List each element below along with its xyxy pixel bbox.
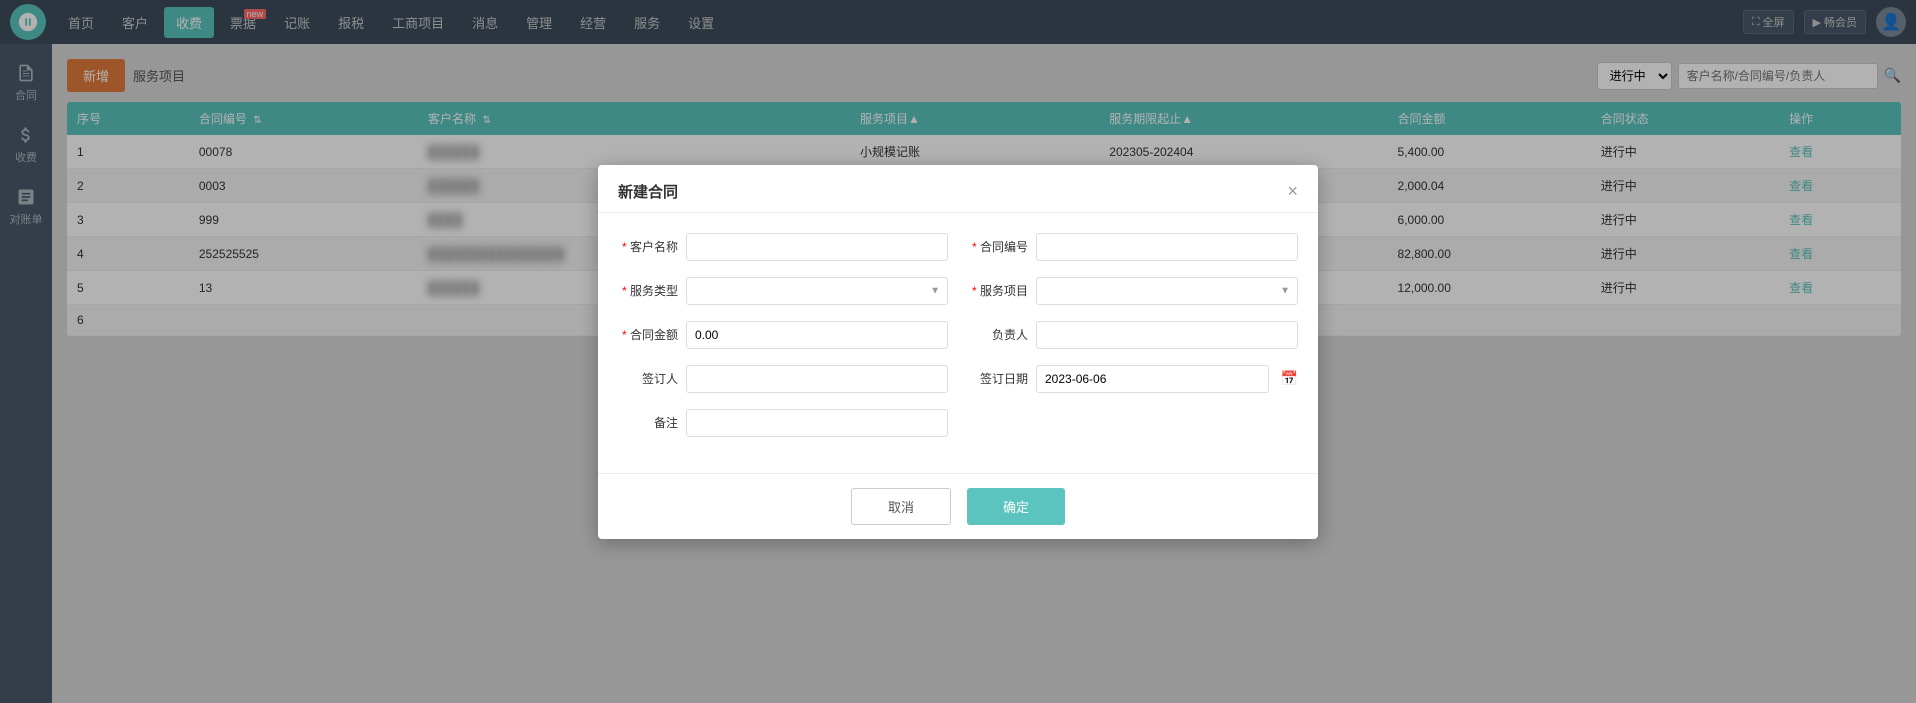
contract-no-label: 合同编号	[968, 238, 1028, 255]
service-type-select-wrapper	[686, 277, 948, 305]
form-field-customer: 客户名称	[618, 233, 948, 261]
signer-input[interactable]	[686, 365, 948, 393]
sign-date-label: 签订日期	[968, 370, 1028, 387]
remark-input[interactable]	[686, 409, 948, 437]
service-item-select[interactable]	[1036, 277, 1298, 305]
modal-title: 新建合同	[618, 181, 678, 202]
responsible-input[interactable]	[1036, 321, 1298, 349]
contract-no-input[interactable]	[1036, 233, 1298, 261]
form-field-service-type: 服务类型	[618, 277, 948, 305]
close-icon: ×	[1287, 181, 1298, 201]
form-field-contract-no: 合同编号	[968, 233, 1298, 261]
form-row-2: 服务类型 服务项目	[618, 277, 1298, 305]
modal-close-button[interactable]: ×	[1287, 182, 1298, 200]
modal: 新建合同 × 客户名称 合同编号 服务类型	[598, 165, 1318, 539]
form-row-1: 客户名称 合同编号	[618, 233, 1298, 261]
customer-name-input[interactable]	[686, 233, 948, 261]
form-field-responsible: 负责人	[968, 321, 1298, 349]
service-item-select-wrapper	[1036, 277, 1298, 305]
form-field-signer: 签订人	[618, 365, 948, 393]
service-type-label: 服务类型	[618, 282, 678, 299]
cancel-button[interactable]: 取消	[851, 488, 951, 525]
sign-date-input[interactable]	[1036, 365, 1269, 393]
modal-header: 新建合同 ×	[598, 165, 1318, 213]
form-field-remark: 备注	[618, 409, 948, 437]
modal-overlay: 新建合同 × 客户名称 合同编号 服务类型	[0, 0, 1916, 703]
form-field-service-item: 服务项目	[968, 277, 1298, 305]
modal-footer: 取消 确定	[598, 473, 1318, 539]
amount-input[interactable]	[686, 321, 948, 349]
confirm-button[interactable]: 确定	[967, 488, 1065, 525]
customer-name-label: 客户名称	[618, 238, 678, 255]
form-row-3: 合同金额 负责人	[618, 321, 1298, 349]
calendar-icon[interactable]: 📅	[1281, 370, 1298, 387]
amount-label: 合同金额	[618, 326, 678, 343]
form-field-amount: 合同金额	[618, 321, 948, 349]
form-row-5: 备注	[618, 409, 1298, 437]
service-type-select[interactable]	[686, 277, 948, 305]
remark-label: 备注	[618, 414, 678, 431]
form-row-4: 签订人 签订日期 📅	[618, 365, 1298, 393]
modal-body: 客户名称 合同编号 服务类型	[598, 213, 1318, 473]
form-field-sign-date: 签订日期 📅	[968, 365, 1298, 393]
responsible-label: 负责人	[968, 326, 1028, 343]
signer-label: 签订人	[618, 370, 678, 387]
service-item-label: 服务项目	[968, 282, 1028, 299]
